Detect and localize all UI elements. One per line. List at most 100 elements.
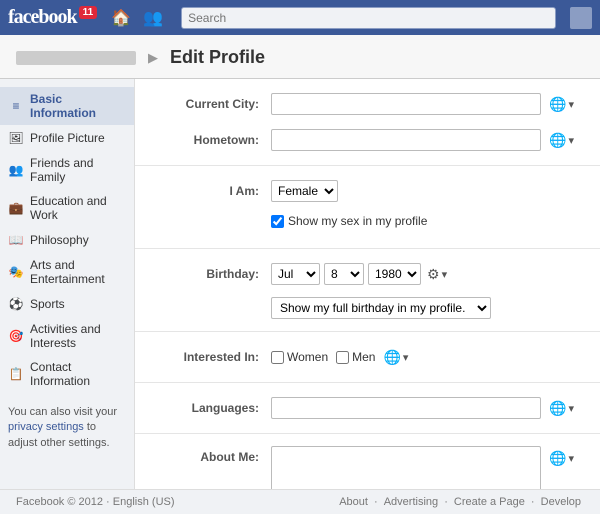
notification-badge[interactable]: 11 xyxy=(79,6,98,19)
women-option[interactable]: Women xyxy=(271,350,328,364)
footer-link-develop[interactable]: Develop xyxy=(541,496,581,508)
sidebar-item-education-work[interactable]: 💼 Education and Work xyxy=(0,189,134,227)
about-me-section: About Me: 🌐 ▾ xyxy=(135,434,600,489)
birthday-label: Birthday: xyxy=(151,267,271,281)
sidebar-label-activities-interests: Activities and Interests xyxy=(30,322,126,350)
languages-label: Languages: xyxy=(151,401,271,415)
footer-link-about[interactable]: About xyxy=(339,496,368,508)
profile-header: ▶ Edit Profile xyxy=(0,35,600,79)
topbar-right xyxy=(570,7,592,29)
about-me-row: About Me: 🌐 ▾ xyxy=(151,446,584,489)
contact-icon: 📋 xyxy=(8,366,24,382)
globe-icon-2: 🌐 xyxy=(549,132,566,149)
people-icon: 👥 xyxy=(8,162,24,178)
privacy-arrow-2: ▾ xyxy=(568,134,574,147)
privacy-settings-link[interactable]: privacy settings xyxy=(8,421,84,433)
current-city-label: Current City: xyxy=(151,97,271,111)
sidebar-label-education-work: Education and Work xyxy=(30,194,126,222)
footer-links: About · Advertising · Create a Page · De… xyxy=(336,496,584,508)
women-label: Women xyxy=(287,350,328,364)
briefcase-icon: 💼 xyxy=(8,200,24,216)
men-option[interactable]: Men xyxy=(336,350,375,364)
footer: Facebook © 2012 · English (US) About · A… xyxy=(0,489,600,514)
sidebar-label-sports: Sports xyxy=(30,297,65,311)
show-sex-row: Show my sex in my profile xyxy=(271,214,584,228)
languages-privacy[interactable]: 🌐 ▾ xyxy=(549,400,574,417)
globe-icon: 🌐 xyxy=(549,96,566,113)
sidebar-label-arts-entertainment: Arts and Entertainment xyxy=(30,258,126,286)
birthday-privacy[interactable]: ⚙ ▾ xyxy=(427,266,447,283)
search-bar xyxy=(181,7,556,29)
birthday-privacy-arrow: ▾ xyxy=(442,268,448,281)
interested-in-label: Interested In: xyxy=(151,350,271,364)
about-me-textarea[interactable] xyxy=(271,446,541,489)
about-me-globe-icon: 🌐 xyxy=(549,450,566,467)
friends-icon[interactable]: 👥 xyxy=(139,6,167,30)
interested-in-privacy[interactable]: 🌐 ▾ xyxy=(383,349,408,366)
i-am-label: I Am: xyxy=(151,184,271,198)
current-city-row: Current City: 🌐 ▾ xyxy=(151,91,584,117)
sidebar: ≡ Basic Information 🖼 Profile Picture 👥 … xyxy=(0,79,135,489)
bday-visibility-select[interactable]: Show my full birthday in my profile. Sho… xyxy=(271,297,491,319)
hometown-label: Hometown: xyxy=(151,133,271,147)
profile-name-blurred xyxy=(16,51,136,65)
bday-year-select[interactable]: 198019811982 xyxy=(368,263,421,285)
interested-in-section: Interested In: Women Men 🌐 ▾ xyxy=(135,332,600,383)
interested-options: Women Men xyxy=(271,350,375,364)
sidebar-item-basic-information[interactable]: ≡ Basic Information xyxy=(0,87,134,125)
women-checkbox[interactable] xyxy=(271,351,284,364)
sidebar-item-arts-entertainment[interactable]: 🎭 Arts and Entertainment xyxy=(0,253,134,291)
sidebar-item-contact-information[interactable]: 📋 Contact Information xyxy=(0,355,134,393)
about-me-privacy[interactable]: 🌐 ▾ xyxy=(549,450,574,467)
hometown-privacy[interactable]: 🌐 ▾ xyxy=(549,132,574,149)
interested-globe-icon: 🌐 xyxy=(383,349,400,366)
sidebar-label-contact-information: Contact Information xyxy=(30,360,126,388)
sidebar-item-philosophy[interactable]: 📖 Philosophy xyxy=(0,227,134,253)
sidebar-label-profile-picture: Profile Picture xyxy=(30,131,105,145)
men-checkbox[interactable] xyxy=(336,351,349,364)
user-avatar[interactable] xyxy=(570,7,592,29)
languages-section: Languages: 🌐 ▾ xyxy=(135,383,600,434)
sidebar-item-sports[interactable]: ⚽ Sports xyxy=(0,291,134,317)
privacy-arrow: ▾ xyxy=(568,98,574,111)
sidebar-item-friends-family[interactable]: 👥 Friends and Family xyxy=(0,151,134,189)
about-me-label: About Me: xyxy=(151,446,271,464)
interests-icon: 🎯 xyxy=(8,328,24,344)
home-icon[interactable]: 🏠 xyxy=(107,6,135,30)
footer-link-advertising[interactable]: Advertising xyxy=(384,496,438,508)
interested-privacy-arrow: ▾ xyxy=(403,351,409,364)
book-icon: 📖 xyxy=(8,232,24,248)
page-title: Edit Profile xyxy=(170,47,265,68)
star-icon: 🎭 xyxy=(8,264,24,280)
breadcrumb-arrow: ▶ xyxy=(148,50,158,66)
facebook-logo: facebook xyxy=(8,6,77,29)
languages-privacy-arrow: ▾ xyxy=(568,402,574,415)
search-input[interactable] xyxy=(181,7,556,29)
privacy-note: You can also visit your privacy settings… xyxy=(0,397,134,459)
main-content: ≡ Basic Information 🖼 Profile Picture 👥 … xyxy=(0,79,600,489)
sidebar-item-profile-picture[interactable]: 🖼 Profile Picture xyxy=(0,125,134,151)
languages-input[interactable] xyxy=(271,397,541,419)
birthday-gear-icon: ⚙ xyxy=(427,266,440,283)
current-city-input[interactable] xyxy=(271,93,541,115)
footer-link-create-page[interactable]: Create a Page xyxy=(454,496,525,508)
show-sex-checkbox[interactable] xyxy=(271,215,284,228)
bday-day-select[interactable]: 123 456 789 10 xyxy=(324,263,364,285)
birthday-selects: JanFebMar AprMayJun JulAugSep OctNovDec … xyxy=(271,263,421,285)
hometown-input[interactable] xyxy=(271,129,541,151)
footer-copyright: Facebook © 2012 · English (US) xyxy=(16,496,175,508)
topbar: facebook 11 🏠 👥 xyxy=(0,0,600,35)
sidebar-item-activities-interests[interactable]: 🎯 Activities and Interests xyxy=(0,317,134,355)
hometown-row: Hometown: 🌐 ▾ xyxy=(151,127,584,153)
gender-section: I Am: Female Male Show my sex in my prof… xyxy=(135,166,600,249)
current-city-privacy[interactable]: 🌐 ▾ xyxy=(549,96,574,113)
interested-in-row: Interested In: Women Men 🌐 ▾ xyxy=(151,344,584,370)
sidebar-label-basic-information: Basic Information xyxy=(30,92,126,120)
sports-icon: ⚽ xyxy=(8,296,24,312)
men-label: Men xyxy=(352,350,375,364)
bday-month-select[interactable]: JanFebMar AprMayJun JulAugSep OctNovDec xyxy=(271,263,320,285)
birthday-row: Birthday: JanFebMar AprMayJun JulAugSep … xyxy=(151,261,584,287)
list-icon: ≡ xyxy=(8,98,24,114)
gender-select[interactable]: Female Male xyxy=(271,180,338,202)
location-section: Current City: 🌐 ▾ Hometown: 🌐 ▾ xyxy=(135,79,600,166)
